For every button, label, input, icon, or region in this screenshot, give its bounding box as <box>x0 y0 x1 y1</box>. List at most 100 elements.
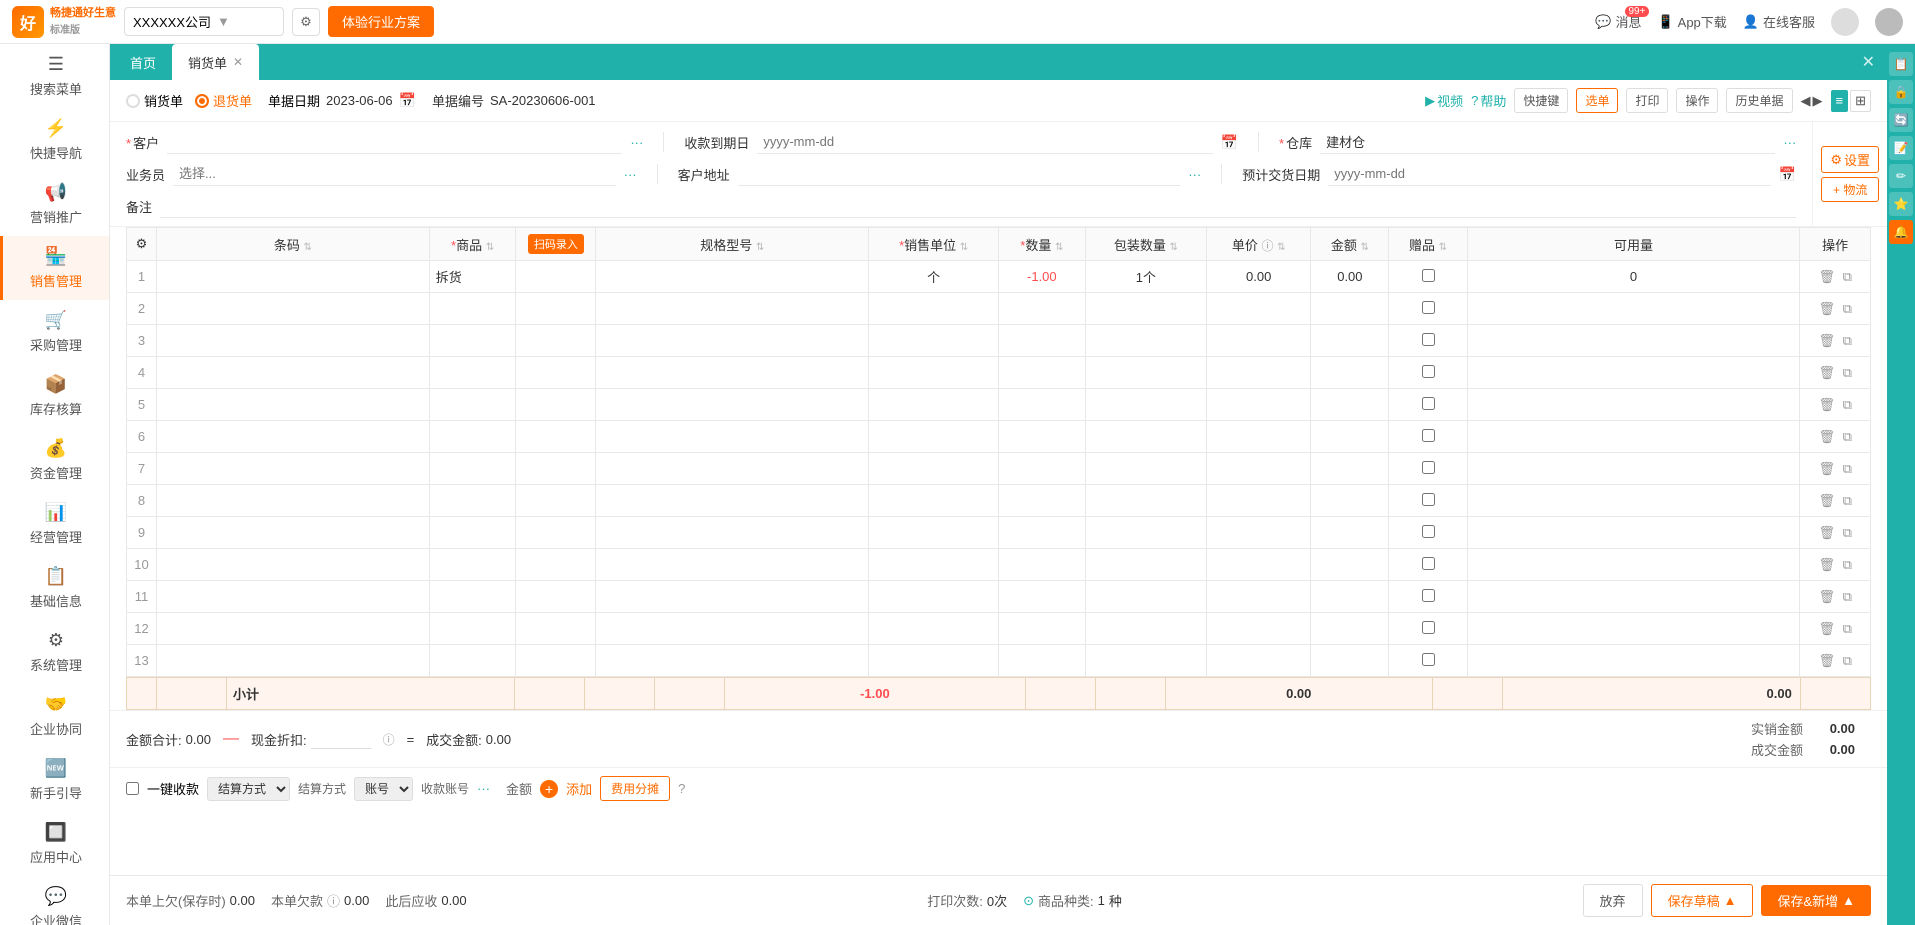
copy-icon[interactable]: ⧉ <box>1843 525 1852 540</box>
row-price[interactable] <box>1207 645 1311 677</box>
sidebar-item-basic-info[interactable]: 📋 基础信息 <box>0 556 109 620</box>
list-view-btn[interactable]: ≡ <box>1831 90 1849 112</box>
row-product[interactable] <box>429 389 516 421</box>
row-barcode[interactable] <box>157 389 430 421</box>
online-service-button[interactable]: 👤 在线客服 <box>1743 12 1815 31</box>
copy-icon[interactable]: ⧉ <box>1843 557 1852 572</box>
copy-icon[interactable]: ⧉ <box>1843 397 1852 412</box>
row-gift[interactable] <box>1389 517 1467 549</box>
row-barcode[interactable] <box>157 261 430 293</box>
row-quantity[interactable] <box>999 645 1086 677</box>
copy-icon[interactable]: ⧉ <box>1843 429 1852 444</box>
row-spec[interactable] <box>596 293 869 325</box>
expense-help-icon[interactable]: ? <box>678 781 685 796</box>
row-price[interactable] <box>1207 453 1311 485</box>
help-link[interactable]: ? 帮助 <box>1471 91 1506 110</box>
app-download-button[interactable]: 📱 App下载 <box>1657 12 1726 31</box>
row-barcode[interactable] <box>157 549 430 581</box>
row-price[interactable]: 0.00 <box>1207 261 1311 293</box>
row-barcode[interactable] <box>157 293 430 325</box>
user-avatar[interactable] <box>1831 8 1859 36</box>
radio-return-order[interactable]: 退货单 <box>195 91 252 110</box>
close-window-button[interactable]: ✕ <box>1854 52 1883 72</box>
row-barcode[interactable] <box>157 645 430 677</box>
delete-icon[interactable]: 🗑 <box>1818 269 1835 284</box>
row-spec[interactable] <box>596 421 869 453</box>
row-barcode[interactable] <box>157 421 430 453</box>
row-gift[interactable] <box>1389 261 1467 293</box>
user-avatar2[interactable] <box>1875 8 1903 36</box>
sidebar-item-enterprise[interactable]: 🤝 企业协同 <box>0 684 109 748</box>
row-price[interactable] <box>1207 549 1311 581</box>
right-panel-btn-1[interactable]: 📋 <box>1889 52 1913 76</box>
scan-button[interactable]: 扫码录入 <box>528 234 584 254</box>
row-price[interactable] <box>1207 293 1311 325</box>
logistics-button[interactable]: + 物流 <box>1821 177 1879 202</box>
row-product[interactable] <box>429 581 516 613</box>
settings-gear-button[interactable]: ⚙ <box>292 8 320 36</box>
delete-icon[interactable]: 🗑 <box>1818 557 1835 572</box>
video-link[interactable]: ▶ 视频 <box>1425 91 1463 110</box>
row-barcode[interactable] <box>157 613 430 645</box>
row-spec[interactable] <box>596 645 869 677</box>
radio-sales-order[interactable]: 销货单 <box>126 91 183 110</box>
row-spec[interactable] <box>596 613 869 645</box>
row-quantity[interactable] <box>999 325 1086 357</box>
row-price[interactable] <box>1207 485 1311 517</box>
row-price[interactable] <box>1207 517 1311 549</box>
delete-icon[interactable]: 🗑 <box>1818 525 1835 540</box>
delete-icon[interactable]: 🗑 <box>1818 365 1835 380</box>
row-quantity[interactable] <box>999 581 1086 613</box>
sidebar-item-wechat[interactable]: 💬 企业微信 <box>0 876 109 925</box>
payment-method-select[interactable]: 结算方式 <box>207 777 290 801</box>
payment-date-input[interactable] <box>757 130 1212 154</box>
row-barcode[interactable] <box>157 517 430 549</box>
tab-home[interactable]: 首页 <box>114 44 172 80</box>
expected-delivery-input[interactable] <box>1328 162 1771 186</box>
form-settings-button[interactable]: ⚙ 设置 <box>1821 146 1879 173</box>
row-gift[interactable] <box>1389 357 1467 389</box>
row-spec[interactable] <box>596 389 869 421</box>
total-owed-info[interactable]: ⓘ <box>327 891 340 910</box>
row-product[interactable] <box>429 453 516 485</box>
customer-dots[interactable]: ··· <box>630 135 643 150</box>
row-price[interactable] <box>1207 613 1311 645</box>
row-gift[interactable] <box>1389 389 1467 421</box>
row-spec[interactable] <box>596 325 869 357</box>
row-gift[interactable] <box>1389 485 1467 517</box>
row-quantity[interactable] <box>999 613 1086 645</box>
row-spec[interactable] <box>596 485 869 517</box>
sidebar-item-quick-nav[interactable]: ⚡ 快捷导航 <box>0 108 109 172</box>
trial-button[interactable]: 体验行业方案 <box>328 6 434 37</box>
row-price[interactable] <box>1207 357 1311 389</box>
copy-icon[interactable]: ⧉ <box>1843 493 1852 508</box>
row-price[interactable] <box>1207 389 1311 421</box>
date-calendar-icon[interactable]: 📅 <box>399 92 416 109</box>
row-product[interactable] <box>429 325 516 357</box>
row-product[interactable] <box>429 421 516 453</box>
row-quantity[interactable] <box>999 453 1086 485</box>
add-payment-button[interactable]: + <box>540 780 558 798</box>
row-price[interactable] <box>1207 421 1311 453</box>
row-quantity[interactable] <box>999 549 1086 581</box>
copy-icon[interactable]: ⧉ <box>1843 333 1852 348</box>
row-gift[interactable] <box>1389 581 1467 613</box>
history-button[interactable]: 历史单据 <box>1726 88 1792 113</box>
customer-address-input[interactable] <box>738 162 1181 186</box>
right-panel-btn-7[interactable]: 🔔 <box>1889 220 1913 244</box>
payment-dots[interactable]: ··· <box>477 781 490 796</box>
copy-icon[interactable]: ⧉ <box>1843 269 1852 284</box>
save-draft-button[interactable]: 保存草稿 ▲ <box>1651 884 1754 917</box>
row-barcode[interactable] <box>157 485 430 517</box>
row-quantity[interactable] <box>999 517 1086 549</box>
warehouse-dots[interactable]: ··· <box>1783 135 1796 150</box>
row-barcode[interactable] <box>157 357 430 389</box>
delete-icon[interactable]: 🗑 <box>1818 461 1835 476</box>
row-gift[interactable] <box>1389 293 1467 325</box>
delete-icon[interactable]: 🗑 <box>1818 589 1835 604</box>
save-new-button[interactable]: 保存&新增 ▲ <box>1761 885 1871 916</box>
copy-icon[interactable]: ⧉ <box>1843 301 1852 316</box>
account-select[interactable]: 账号 <box>354 777 413 801</box>
row-spec[interactable] <box>596 453 869 485</box>
customer-input[interactable] <box>167 130 622 154</box>
